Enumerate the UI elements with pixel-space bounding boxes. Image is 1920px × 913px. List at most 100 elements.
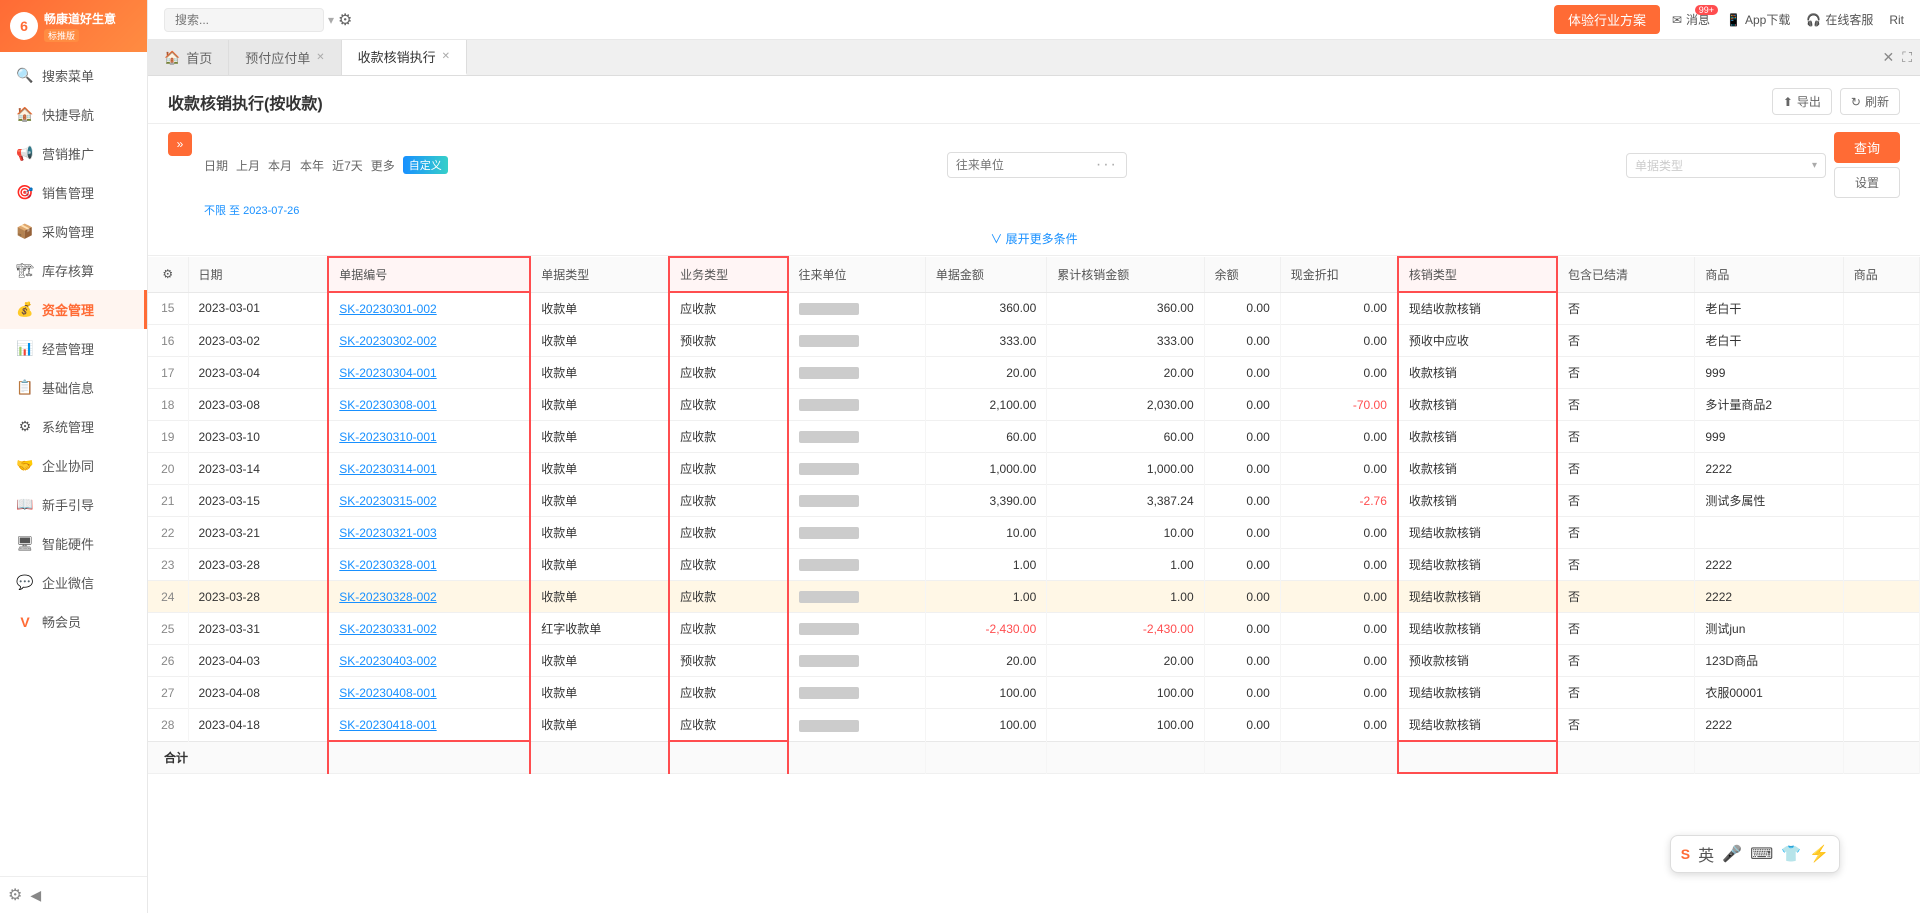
settings-icon[interactable]: ⚙ bbox=[8, 885, 22, 905]
row-counterpart bbox=[788, 421, 926, 453]
row-goods2 bbox=[1843, 485, 1919, 517]
sidebar-item-search[interactable]: 🔍 搜索菜单 bbox=[0, 56, 147, 95]
single-no-link[interactable]: SK-20230408-001 bbox=[339, 686, 436, 700]
row-amount: 1.00 bbox=[925, 549, 1046, 581]
tabbar-maximize-icon[interactable]: ⛶ bbox=[1902, 49, 1912, 66]
row-writeoff: 1,000.00 bbox=[1047, 453, 1204, 485]
app-download-button[interactable]: 📱 App下载 bbox=[1726, 11, 1790, 28]
row-date: 2023-03-21 bbox=[188, 517, 328, 549]
sidebar-item-guide[interactable]: 📖 新手引导 bbox=[0, 485, 147, 524]
this-year-link[interactable]: 本年 bbox=[300, 157, 324, 174]
last-month-link[interactable]: 上月 bbox=[236, 157, 260, 174]
single-no-link[interactable]: SK-20230328-002 bbox=[339, 590, 436, 604]
row-goods: 衣服00001 bbox=[1695, 677, 1843, 709]
row-writeoff: 100.00 bbox=[1047, 677, 1204, 709]
row-goods: 老白干 bbox=[1695, 292, 1843, 325]
this-month-link[interactable]: 本月 bbox=[268, 157, 292, 174]
ime-shirt-icon[interactable]: 👕 bbox=[1781, 844, 1801, 864]
row-balance: 0.00 bbox=[1204, 325, 1280, 357]
single-no-link[interactable]: SK-20230331-002 bbox=[339, 622, 436, 636]
sidebar-item-label: 采购管理 bbox=[42, 222, 94, 241]
single-no-link[interactable]: SK-20230304-001 bbox=[339, 366, 436, 380]
service-label: 在线客服 bbox=[1825, 11, 1873, 28]
tabbar-close-icon[interactable]: ✕ bbox=[1882, 49, 1894, 66]
topbar-search-area: ▾ ⚙ bbox=[164, 8, 1542, 32]
sidebar-item-inventory[interactable]: 🏗 库存核算 bbox=[0, 251, 147, 290]
sidebar-bottom: ⚙ ◀ bbox=[0, 876, 147, 913]
single-no-link[interactable]: SK-20230328-001 bbox=[339, 558, 436, 572]
tab-receivable[interactable]: 收款核销执行 ✕ bbox=[342, 40, 467, 75]
custom-date-button[interactable]: 自定义 bbox=[403, 156, 448, 174]
ime-mic-icon[interactable]: 🎤 bbox=[1722, 844, 1742, 864]
sidebar-item-finance[interactable]: 💰 资金管理 bbox=[0, 290, 147, 329]
solution-button[interactable]: 体验行业方案 bbox=[1554, 5, 1660, 34]
sidebar-item-hardware[interactable]: 🖥 智能硬件 bbox=[0, 524, 147, 563]
col-singletype-header: 单据类型 bbox=[530, 257, 669, 292]
ime-grid-icon[interactable]: ⚡ bbox=[1809, 844, 1829, 864]
col-gear-header[interactable]: ⚙ bbox=[148, 257, 188, 292]
export-button[interactable]: ⬆ 导出 bbox=[1772, 88, 1832, 115]
row-amount: 20.00 bbox=[925, 645, 1046, 677]
counterpart-dots-icon[interactable]: ··· bbox=[1096, 156, 1118, 174]
user-name[interactable]: Rit bbox=[1889, 13, 1904, 27]
topbar-gear-icon[interactable]: ⚙ bbox=[338, 10, 352, 30]
voucher-type-select[interactable]: 单据类型 ▾ bbox=[1626, 153, 1826, 178]
row-singleno: SK-20230304-001 bbox=[328, 357, 530, 389]
sidebar-item-marketing[interactable]: 📢 营销推广 bbox=[0, 134, 147, 173]
single-no-link[interactable]: SK-20230418-001 bbox=[339, 718, 436, 732]
tab-prepay-close[interactable]: ✕ bbox=[316, 52, 324, 63]
row-counterpart bbox=[788, 357, 926, 389]
settings-button[interactable]: 设置 bbox=[1834, 167, 1900, 198]
row-goods: 测试jun bbox=[1695, 613, 1843, 645]
search-dropdown-icon[interactable]: ▾ bbox=[328, 13, 334, 27]
last-7days-link[interactable]: 近7天 bbox=[332, 157, 363, 174]
sidebar-item-operations[interactable]: 📊 经营管理 bbox=[0, 329, 147, 368]
row-goods2 bbox=[1843, 709, 1919, 742]
sidebar-item-wechat[interactable]: 💬 企业微信 bbox=[0, 563, 147, 602]
sidebar-item-purchase[interactable]: 📦 采购管理 bbox=[0, 212, 147, 251]
home-tab-icon: 🏠 bbox=[164, 50, 180, 66]
single-no-link[interactable]: SK-20230403-002 bbox=[339, 654, 436, 668]
row-writetype: 收款核销 bbox=[1398, 389, 1557, 421]
more-link[interactable]: 更多 bbox=[371, 157, 395, 174]
row-biztype: 预收款 bbox=[669, 325, 787, 357]
sidebar-item-sales[interactable]: 🎯 销售管理 bbox=[0, 173, 147, 212]
table-row: 26 2023-04-03 SK-20230403-002 收款单 预收款 20… bbox=[148, 645, 1920, 677]
row-biztype: 应收款 bbox=[669, 581, 787, 613]
online-service-button[interactable]: 🎧 在线客服 bbox=[1806, 11, 1873, 28]
row-goods2 bbox=[1843, 357, 1919, 389]
row-date: 2023-03-15 bbox=[188, 485, 328, 517]
sidebar-item-quicknav[interactable]: 🏠 快捷导航 bbox=[0, 95, 147, 134]
tab-receivable-close[interactable]: ✕ bbox=[442, 51, 450, 62]
single-no-link[interactable]: SK-20230321-003 bbox=[339, 526, 436, 540]
single-no-link[interactable]: SK-20230308-001 bbox=[339, 398, 436, 412]
sidebar-item-basic[interactable]: 📋 基础信息 bbox=[0, 368, 147, 407]
refresh-button[interactable]: ↻ 刷新 bbox=[1840, 88, 1900, 115]
sidebar-item-member[interactable]: V 畅会员 bbox=[0, 602, 147, 641]
row-balance: 0.00 bbox=[1204, 453, 1280, 485]
ime-english-icon[interactable]: 英 bbox=[1698, 842, 1714, 866]
sidebar-item-system[interactable]: ⚙ 系统管理 bbox=[0, 407, 147, 446]
collapse-icon[interactable]: ◀ bbox=[30, 887, 41, 904]
single-no-link[interactable]: SK-20230301-002 bbox=[339, 302, 436, 316]
query-button[interactable]: 查询 bbox=[1834, 132, 1900, 163]
row-incl-settled: 否 bbox=[1557, 357, 1695, 389]
single-no-link[interactable]: SK-20230310-001 bbox=[339, 430, 436, 444]
logo-icon: 6 bbox=[10, 12, 38, 40]
expand-more-button[interactable]: ∨ 展开更多条件 bbox=[990, 230, 1077, 247]
message-button[interactable]: ✉ 消息 99+ bbox=[1672, 11, 1710, 28]
topbar-search-input[interactable] bbox=[164, 8, 324, 32]
filter-expand-button[interactable]: » bbox=[168, 132, 192, 156]
single-no-link[interactable]: SK-20230302-002 bbox=[339, 334, 436, 348]
tab-prepay[interactable]: 预付应付单 ✕ bbox=[229, 40, 341, 75]
row-singleno: SK-20230308-001 bbox=[328, 389, 530, 421]
single-no-link[interactable]: SK-20230314-001 bbox=[339, 462, 436, 476]
row-goods2 bbox=[1843, 421, 1919, 453]
ime-keyboard-icon[interactable]: ⌨ bbox=[1750, 844, 1773, 864]
sidebar-item-enterprise[interactable]: 🤝 企业协同 bbox=[0, 446, 147, 485]
single-no-link[interactable]: SK-20230315-002 bbox=[339, 494, 436, 508]
tab-home[interactable]: 🏠 首页 bbox=[148, 40, 229, 75]
row-biztype: 应收款 bbox=[669, 389, 787, 421]
counterpart-input[interactable] bbox=[956, 158, 1092, 172]
row-biztype: 应收款 bbox=[669, 453, 787, 485]
